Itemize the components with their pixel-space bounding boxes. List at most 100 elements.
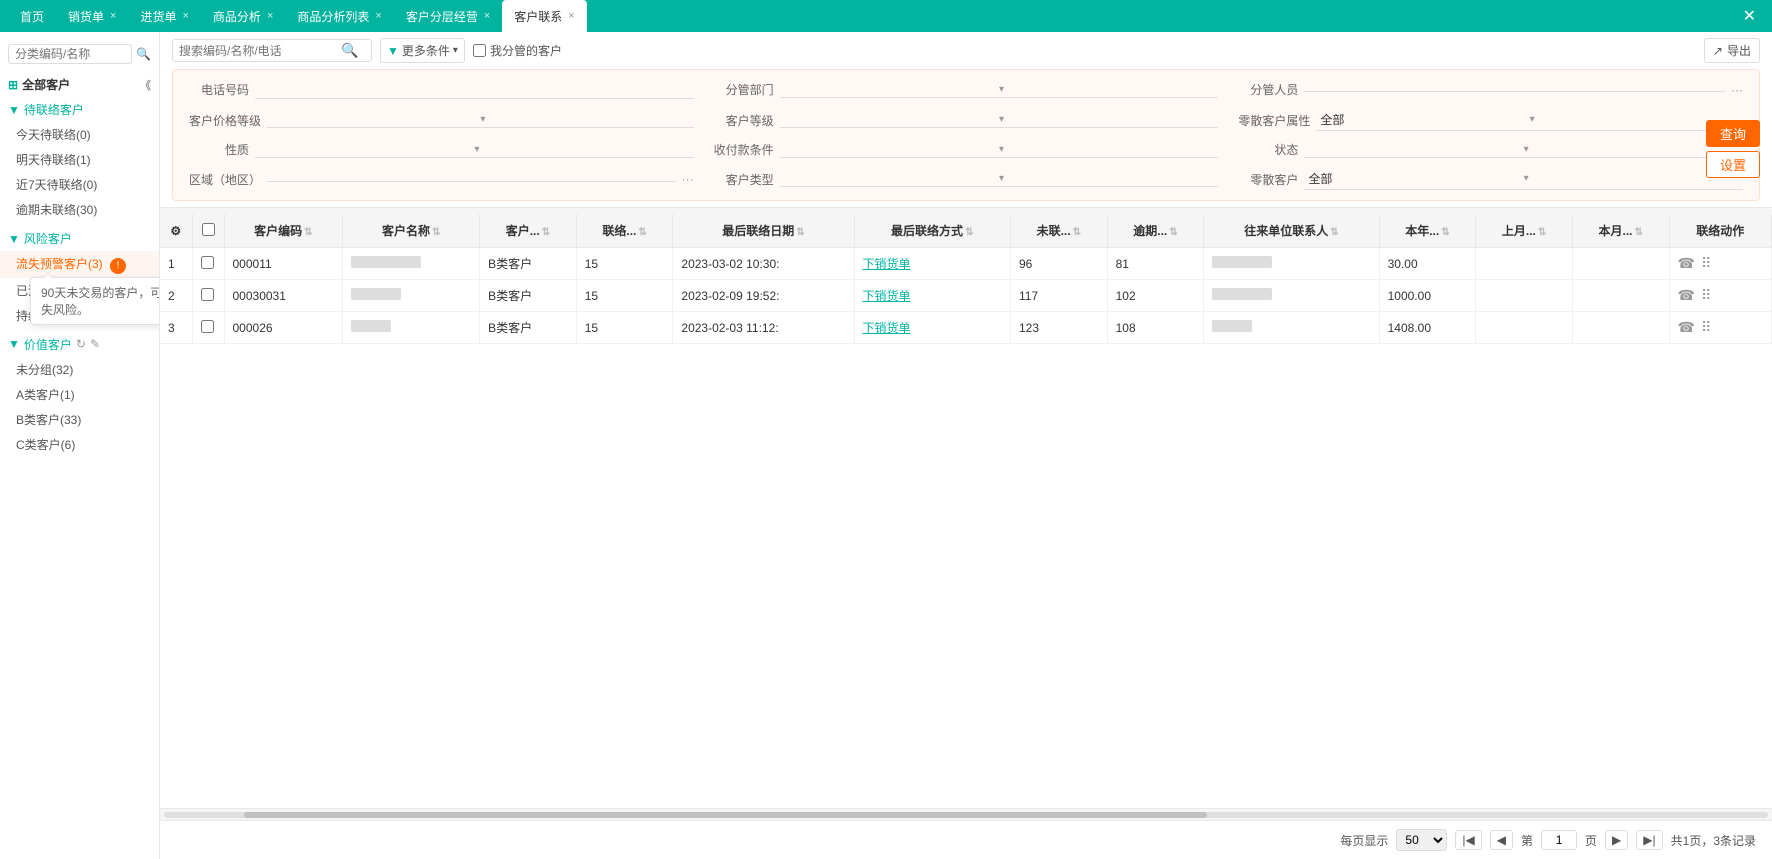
row2-contact-icon[interactable]: ☎ [1678, 287, 1695, 304]
sidebar-all-customers[interactable]: ⊞ 全部客户 《 [0, 72, 159, 97]
manager-dots-button[interactable]: ··· [1731, 83, 1743, 97]
sidebar-item-overdue-contact[interactable]: 逾期未联络(30) [0, 197, 159, 222]
sidebar-item-week-contact[interactable]: 近7天待联络(0) [0, 172, 159, 197]
tab-close-customer-contact[interactable]: × [568, 10, 574, 22]
page-input[interactable] [1541, 830, 1577, 850]
th-this-year[interactable]: 本年...⇅ [1379, 214, 1476, 248]
filter-select-dept[interactable]: ▾ [780, 82, 1219, 98]
my-customers-checkbox[interactable] [473, 44, 486, 57]
region-dots-button[interactable]: ··· [682, 172, 694, 186]
sidebar-item-declining[interactable]: 持续下滑客户(2) ⓘ [0, 303, 159, 328]
sidebar-search-icon[interactable]: 🔍 [136, 47, 151, 61]
row2-checkbox[interactable] [201, 288, 214, 301]
filter-select-nature[interactable]: ▾ [255, 142, 694, 158]
th-name[interactable]: 客户名称⇅ [343, 214, 480, 248]
tab-purchase-order[interactable]: 进货单 × [128, 0, 200, 32]
row2-index: 2 [160, 280, 192, 312]
search-input[interactable] [179, 44, 339, 58]
filter-input-phone[interactable] [255, 80, 694, 99]
per-page-select[interactable]: 50 100 200 [1396, 829, 1447, 851]
prev-page-button[interactable]: ◀ [1490, 830, 1513, 850]
my-customers-checkbox-label[interactable]: 我分管的客户 [473, 42, 562, 59]
select-all-checkbox[interactable] [202, 223, 215, 236]
sidebar-item-today-contact[interactable]: 今天待联络(0) [0, 122, 159, 147]
tab-product-analysis[interactable]: 商品分析 × [201, 0, 285, 32]
set-button[interactable]: 设置 [1706, 151, 1760, 178]
th-type[interactable]: 客户...⇅ [480, 214, 577, 248]
query-button[interactable]: 查询 [1706, 120, 1760, 147]
filter-select-price-tier[interactable]: ▾ [267, 112, 694, 128]
th-contact-person[interactable]: 往来单位联系人⇅ [1204, 214, 1379, 248]
section-value-customers[interactable]: ▼ 价值客户 ↻ ✎ [0, 332, 159, 357]
sidebar-item-class-a[interactable]: A类客户(1) [0, 382, 159, 407]
row1-uncontact: 96 [1010, 248, 1107, 280]
tab-close-product-analysis-list[interactable]: × [375, 10, 381, 22]
row2-more-icon[interactable]: ⠿ [1701, 287, 1711, 304]
row1-overdue: 81 [1107, 248, 1204, 280]
tab-home[interactable]: 首页 [8, 0, 56, 32]
row2-overdue: 102 [1107, 280, 1204, 312]
section-risk-customers[interactable]: ▼ 风险客户 [0, 226, 159, 251]
value-refresh-icon[interactable]: ↻ [76, 337, 86, 351]
th-overdue[interactable]: 逾期...⇅ [1107, 214, 1204, 248]
tab-close-sales-order[interactable]: × [110, 10, 116, 22]
horizontal-scrollbar[interactable] [160, 808, 1772, 820]
tab-sales-order[interactable]: 销货单 × [56, 0, 128, 32]
first-page-button[interactable]: |◀ [1455, 830, 1481, 850]
scrollbar-thumb[interactable] [244, 812, 1206, 818]
filter-select-region[interactable] [267, 177, 676, 182]
sidebar-item-churned[interactable]: 已流失客户(24) ⓘ [0, 278, 159, 303]
row3-checkbox[interactable] [201, 320, 214, 333]
dept-down-arrow: ▾ [999, 84, 1214, 95]
last-page-button[interactable]: ▶| [1636, 830, 1662, 850]
row1-method[interactable]: 下销货单 [854, 248, 1010, 280]
filter-label-retail-customer: 零散客户 [1238, 171, 1298, 188]
th-last-month[interactable]: 上月...⇅ [1476, 214, 1573, 248]
filter-select-manager[interactable] [1304, 87, 1725, 92]
th-code[interactable]: 客户编码⇅ [224, 214, 343, 248]
sidebar-item-class-c[interactable]: C类客户(6) [0, 432, 159, 457]
row3-contact-icon[interactable]: ☎ [1678, 319, 1695, 336]
sidebar-item-tomorrow-contact[interactable]: 明天待联络(1) [0, 147, 159, 172]
filter-select-customer-tier[interactable]: ▾ [780, 112, 1219, 128]
row2-method[interactable]: 下销货单 [854, 280, 1010, 312]
th-gear[interactable]: ⚙ [160, 214, 192, 248]
row1-contact-icon[interactable]: ☎ [1678, 255, 1695, 272]
filter-select-status[interactable]: ▾ [1304, 142, 1743, 158]
sidebar-item-ungrouped[interactable]: 未分组(32) [0, 357, 159, 382]
tab-customer-tier[interactable]: 客户分层经营 × [394, 0, 502, 32]
filter-select-retail-customer[interactable]: 全部 ▾ [1304, 168, 1743, 190]
value-edit-icon[interactable]: ✎ [90, 337, 100, 351]
tab-close-customer-tier[interactable]: × [484, 10, 490, 22]
row1-method-link[interactable]: 下销货单 [863, 257, 911, 271]
tab-customer-contact[interactable]: 客户联系 × [502, 0, 586, 32]
sidebar-item-churn-warning[interactable]: 流失预警客户(3) ! [0, 251, 159, 278]
sidebar-item-class-b[interactable]: B类客户(33) [0, 407, 159, 432]
row1-more-icon[interactable]: ⠿ [1701, 255, 1711, 272]
search-button[interactable]: 🔍 [339, 42, 360, 59]
th-last-method[interactable]: 最后联络方式⇅ [854, 214, 1010, 248]
filter-select-customer-type[interactable]: ▾ [780, 171, 1219, 187]
row3-method[interactable]: 下销货单 [854, 312, 1010, 344]
th-last-date[interactable]: 最后联络日期⇅ [673, 214, 854, 248]
th-this-month[interactable]: 本月...⇅ [1572, 214, 1669, 248]
th-uncontact[interactable]: 未联...⇅ [1010, 214, 1107, 248]
tab-product-analysis-list[interactable]: 商品分析列表 × [285, 0, 393, 32]
next-page-button[interactable]: ▶ [1605, 830, 1628, 850]
export-button[interactable]: ↗ 导出 [1704, 38, 1760, 63]
more-conditions-button[interactable]: ▼ 更多条件 ▾ [380, 38, 465, 63]
row2-method-link[interactable]: 下销货单 [863, 289, 911, 303]
row1-type: B类客户 [480, 248, 577, 280]
section-pending-contact[interactable]: ▼ 待联络客户 [0, 97, 159, 122]
row2-contact: 15 [576, 280, 673, 312]
tab-close-product-analysis[interactable]: × [267, 10, 273, 22]
row3-method-link[interactable]: 下销货单 [863, 321, 911, 335]
th-contact[interactable]: 联络...⇅ [576, 214, 673, 248]
row3-more-icon[interactable]: ⠿ [1701, 319, 1711, 336]
filter-select-payment[interactable]: ▾ [780, 142, 1219, 158]
filter-select-retail-attr[interactable]: 全部 ▾ [1316, 109, 1743, 131]
sidebar-search-input[interactable] [8, 44, 132, 64]
window-close-button[interactable]: ✕ [1735, 6, 1764, 26]
row1-checkbox[interactable] [201, 256, 214, 269]
tab-close-purchase-order[interactable]: × [182, 10, 188, 22]
